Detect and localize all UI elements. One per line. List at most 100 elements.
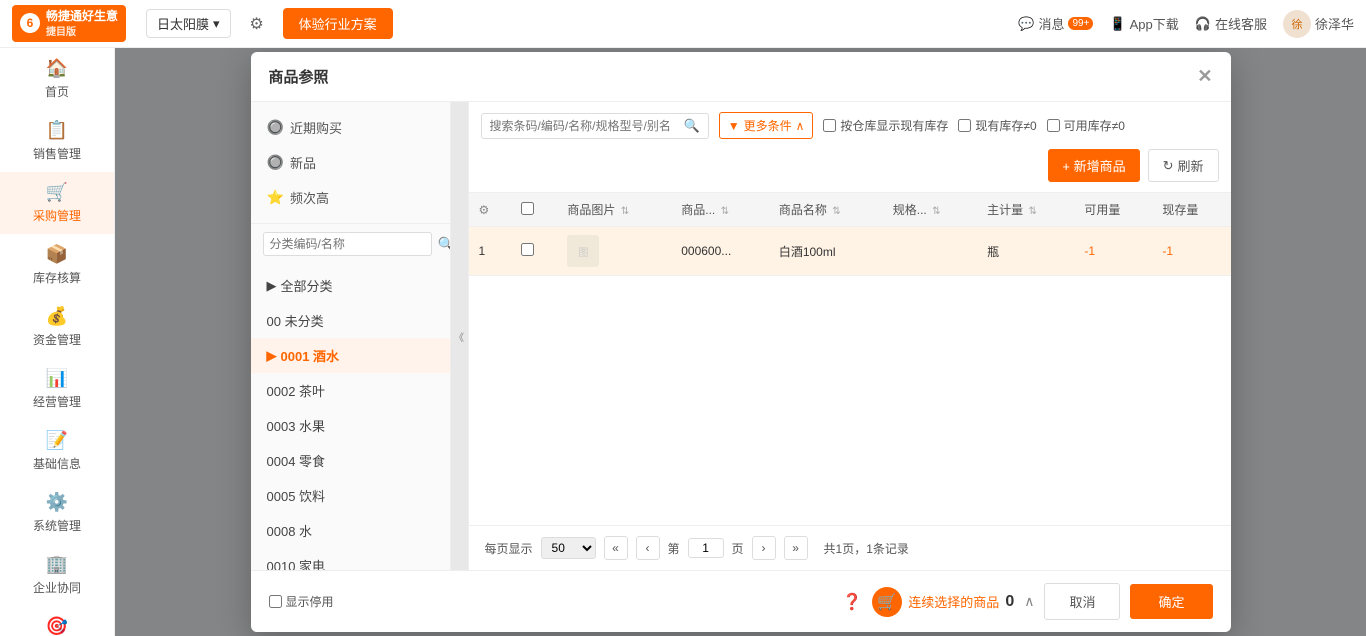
category-search-input[interactable] [263,232,432,256]
sidebar-item-enterprise[interactable]: 🏢 企业协同 [0,544,114,606]
checkbox-available-stock[interactable]: 可用库存≠0 [1047,117,1125,134]
category-0005[interactable]: 0005 饮料 [251,478,450,513]
purchase-icon: 🛒 [46,182,68,203]
first-page-btn[interactable]: « [604,536,628,560]
next-page-btn[interactable]: › [752,536,776,560]
checkbox-available-label: 可用库存≠0 [1064,117,1125,134]
category-0001-label: 0001 酒水 [281,346,340,365]
category-00[interactable]: 00 未分类 [251,303,450,338]
category-0010[interactable]: 0010 家电 [251,548,450,570]
sort-name-icon[interactable]: ⇅ [832,206,840,217]
category-0010-label: 0010 家电 [267,556,326,570]
sidebar-label-inventory: 库存核算 [33,269,81,286]
category-search: 🔍 [251,224,450,264]
checkbox-has-stock[interactable]: 现有库存≠0 [958,117,1036,134]
category-0003-label: 0003 水果 [267,416,326,435]
cell-checkbox[interactable] [511,227,557,276]
prev-page-btn[interactable]: ‹ [636,536,660,560]
cell-spec [883,227,977,276]
nav-right: 💬 消息 99+ 📱 App下载 🎧 在线客服 徐 徐泽华 [1018,10,1354,38]
th-checkbox[interactable] [511,193,557,227]
app-download-btn[interactable]: 📱 App下载 [1109,14,1178,33]
sidebar-item-guide[interactable]: 🎯 新手引导 [0,606,114,636]
tab-recent[interactable]: 🔘 近期购买 [251,110,450,145]
more-filters-btn[interactable]: ▼ 更多条件 ∧ [719,112,814,139]
finance-icon: 💰 [46,306,68,327]
sidebar-label-finance: 资金管理 [33,331,81,348]
app-download-label: App下载 [1130,14,1179,33]
pagination: 每页显示 50 100 200 « ‹ 第 页 › » 共1页，1条记 [469,525,1231,570]
show-disabled-input[interactable] [269,595,282,608]
recent-icon: 🔘 [267,119,284,136]
confirm-btn[interactable]: 确定 [1130,584,1212,619]
checkbox-warehouse-stock[interactable]: 按仓库显示现有库存 [823,117,948,134]
checkbox-warehouse-input[interactable] [823,119,836,132]
th-stock: 现存量 [1152,193,1230,227]
help-icon[interactable]: ❓ [842,592,862,612]
sidebar-item-home[interactable]: 🏠 首页 [0,48,114,110]
sidebar-item-system[interactable]: ⚙️ 系统管理 [0,482,114,544]
show-disabled-checkbox[interactable]: 显示停用 [269,593,334,610]
nav-dropdown-label: 日太阳膜 [157,14,209,33]
gear-icon[interactable]: ⚙ [243,10,271,38]
category-search-icon[interactable]: 🔍 [438,236,451,253]
checkbox-has-stock-input[interactable] [958,119,971,132]
modal-left-tabs: 🔘 近期购买 🔘 新品 ⭐ 频次高 [251,102,450,224]
row-checkbox[interactable] [521,243,534,256]
per-page-select[interactable]: 50 100 200 [541,537,596,559]
th-code: 商品... ⇅ [671,193,769,227]
tab-frequent[interactable]: ⭐ 频次高 [251,180,450,215]
table-row[interactable]: 1 图 000600... 白酒100ml 瓶 -1 [469,227,1231,276]
logo-sub: 捷目版 [46,23,118,38]
cancel-btn[interactable]: 取消 [1044,583,1120,620]
messages-btn[interactable]: 💬 消息 99+ [1018,14,1093,33]
th-image: 商品图片 ⇅ [557,193,671,227]
online-service-label: 在线客服 [1215,14,1267,33]
modal-close-icon[interactable]: ✕ [1197,66,1212,87]
category-all[interactable]: ▶ 全部分类 [251,268,450,303]
nav-dropdown[interactable]: 日太阳膜 ▾ [146,9,231,38]
user-avatar[interactable]: 徐 徐泽华 [1283,10,1354,38]
cart-collapse-icon[interactable]: ∧ [1024,593,1034,610]
add-product-btn[interactable]: + 新增商品 [1048,149,1139,182]
cart-description-label: 连续选择的商品 [908,592,999,611]
select-all-checkbox[interactable] [521,202,534,215]
tab-new-label: 新品 [290,153,316,172]
modal-left-panel: 🔘 近期购买 🔘 新品 ⭐ 频次高 [251,102,451,570]
last-page-btn[interactable]: » [784,536,808,560]
th-spec: 规格... ⇅ [883,193,977,227]
sidebar-item-basic[interactable]: 📝 基础信息 [0,420,114,482]
refresh-btn[interactable]: ↻ 刷新 [1148,149,1219,182]
tab-new[interactable]: 🔘 新品 [251,145,450,180]
modal-toolbar: 🔍 ▼ 更多条件 ∧ 按仓库显示现有库存 [469,102,1231,193]
checkbox-available-input[interactable] [1047,119,1060,132]
sidebar-item-purchase[interactable]: 🛒 采购管理 [0,172,114,234]
category-0002[interactable]: 0002 茶叶 [251,373,450,408]
cell-unit: 瓶 [977,227,1074,276]
product-search-icon[interactable]: 🔍 [684,118,700,134]
headset-icon: 🎧 [1195,16,1211,32]
sidebar-item-sales[interactable]: 📋 销售管理 [0,110,114,172]
sort-unit-icon[interactable]: ⇅ [1029,206,1037,217]
category-0001[interactable]: ▶ 0001 酒水 [251,338,450,373]
sort-spec-icon[interactable]: ⇅ [932,206,940,217]
sort-image-icon[interactable]: ⇅ [621,206,629,217]
sort-code-icon[interactable]: ⇅ [721,206,729,217]
category-0003[interactable]: 0003 水果 [251,408,450,443]
left-panel-collapse-btn[interactable]: 《 [451,102,469,570]
sidebar-item-operations[interactable]: 📊 经营管理 [0,358,114,420]
product-search-input[interactable] [490,119,680,133]
settings-icon: ⚙ [479,203,490,217]
sidebar-item-inventory[interactable]: 📦 库存核算 [0,234,114,296]
page-number-input[interactable] [688,538,724,558]
sidebar-item-finance[interactable]: 💰 资金管理 [0,296,114,358]
category-0004[interactable]: 0004 零食 [251,443,450,478]
online-service-btn[interactable]: 🎧 在线客服 [1195,14,1267,33]
category-0008[interactable]: 0008 水 [251,513,450,548]
basic-icon: 📝 [46,430,68,451]
th-settings[interactable]: ⚙ [469,193,512,227]
system-icon: ⚙️ [46,492,68,513]
trial-btn[interactable]: 体验行业方案 [283,8,393,39]
page-text: 第 [668,540,680,557]
cart-icon[interactable]: 🛒 [872,587,902,617]
